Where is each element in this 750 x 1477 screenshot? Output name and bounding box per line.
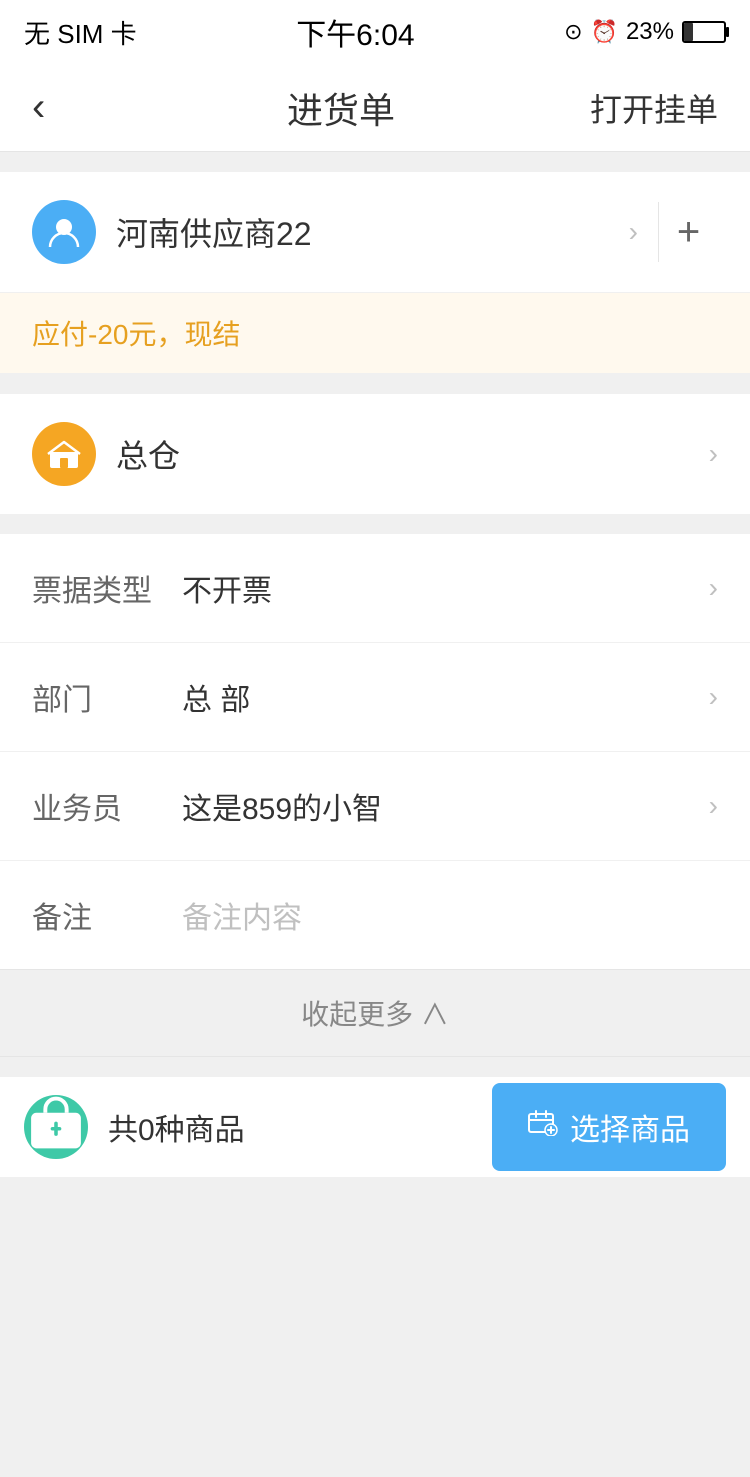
select-product-button[interactable]: 选择商品 xyxy=(492,1083,726,1171)
department-label: 部门 xyxy=(32,675,162,719)
page-title: 进货单 xyxy=(287,82,395,134)
carrier-label: 无 SIM 卡 xyxy=(24,14,137,51)
middle-divider-1 xyxy=(0,374,750,394)
alarm-icon: ⏰ xyxy=(591,19,618,45)
top-divider xyxy=(0,152,750,172)
open-pending-button[interactable]: 打开挂单 xyxy=(590,85,718,131)
middle-divider-2 xyxy=(0,514,750,534)
product-count-label: 共0种商品 xyxy=(108,1105,492,1149)
invoice-type-chevron-icon: › xyxy=(709,572,718,604)
warehouse-row[interactable]: 总仓 › xyxy=(0,394,750,514)
warehouse-icon xyxy=(32,422,96,486)
department-row[interactable]: 部门 总 部 › xyxy=(0,643,750,752)
select-product-label: 选择商品 xyxy=(570,1105,690,1149)
invoice-type-label: 票据类型 xyxy=(32,566,162,610)
battery-label: 23% xyxy=(626,18,674,46)
department-chevron-icon: › xyxy=(709,681,718,713)
status-right: ⊙ ⏰ 23% xyxy=(564,18,726,46)
collapse-button[interactable]: 收起更多 ∧ xyxy=(0,969,750,1057)
product-icon xyxy=(24,1095,88,1159)
warehouse-chevron-icon: › xyxy=(709,438,718,470)
status-time: 下午6:04 xyxy=(296,10,414,54)
invoice-type-value: 不开票 xyxy=(162,566,699,610)
remark-input[interactable]: 备注内容 xyxy=(162,893,718,937)
salesperson-label: 业务员 xyxy=(32,784,162,828)
supplier-chevron-icon: › xyxy=(629,216,638,248)
remark-label: 备注 xyxy=(32,893,162,937)
salesperson-row[interactable]: 业务员 这是859的小智 › xyxy=(0,752,750,861)
warehouse-name: 总仓 xyxy=(116,431,709,477)
status-left: 无 SIM 卡 xyxy=(24,14,147,51)
location-icon: ⊙ xyxy=(564,19,582,45)
supplier-avatar xyxy=(32,200,96,264)
back-button[interactable]: ‹ xyxy=(32,85,92,130)
salesperson-value: 这是859的小智 xyxy=(162,784,699,828)
department-value: 总 部 xyxy=(162,675,699,719)
bottom-product-bar: 共0种商品 选择商品 xyxy=(0,1077,750,1177)
payment-notice: 应付-20元，现结 xyxy=(0,293,750,374)
supplier-card: 河南供应商22 › + 应付-20元，现结 xyxy=(0,172,750,374)
nav-bar: ‹ 进货单 打开挂单 xyxy=(0,64,750,152)
select-product-icon xyxy=(528,1110,558,1144)
bottom-divider xyxy=(0,1057,750,1077)
remark-row[interactable]: 备注 备注内容 xyxy=(0,861,750,969)
form-section: 票据类型 不开票 › 部门 总 部 › 业务员 这是859的小智 › 备注 备注… xyxy=(0,534,750,969)
supplier-row[interactable]: 河南供应商22 › + xyxy=(0,172,750,293)
battery-icon xyxy=(682,21,726,43)
supplier-name: 河南供应商22 xyxy=(116,209,629,255)
salesperson-chevron-icon: › xyxy=(709,790,718,822)
page-background xyxy=(0,1177,750,1477)
supplier-add-button[interactable]: + xyxy=(658,202,718,262)
warehouse-card: 总仓 › xyxy=(0,394,750,514)
status-bar: 无 SIM 卡 下午6:04 ⊙ ⏰ 23% xyxy=(0,0,750,64)
invoice-type-row[interactable]: 票据类型 不开票 › xyxy=(0,534,750,643)
